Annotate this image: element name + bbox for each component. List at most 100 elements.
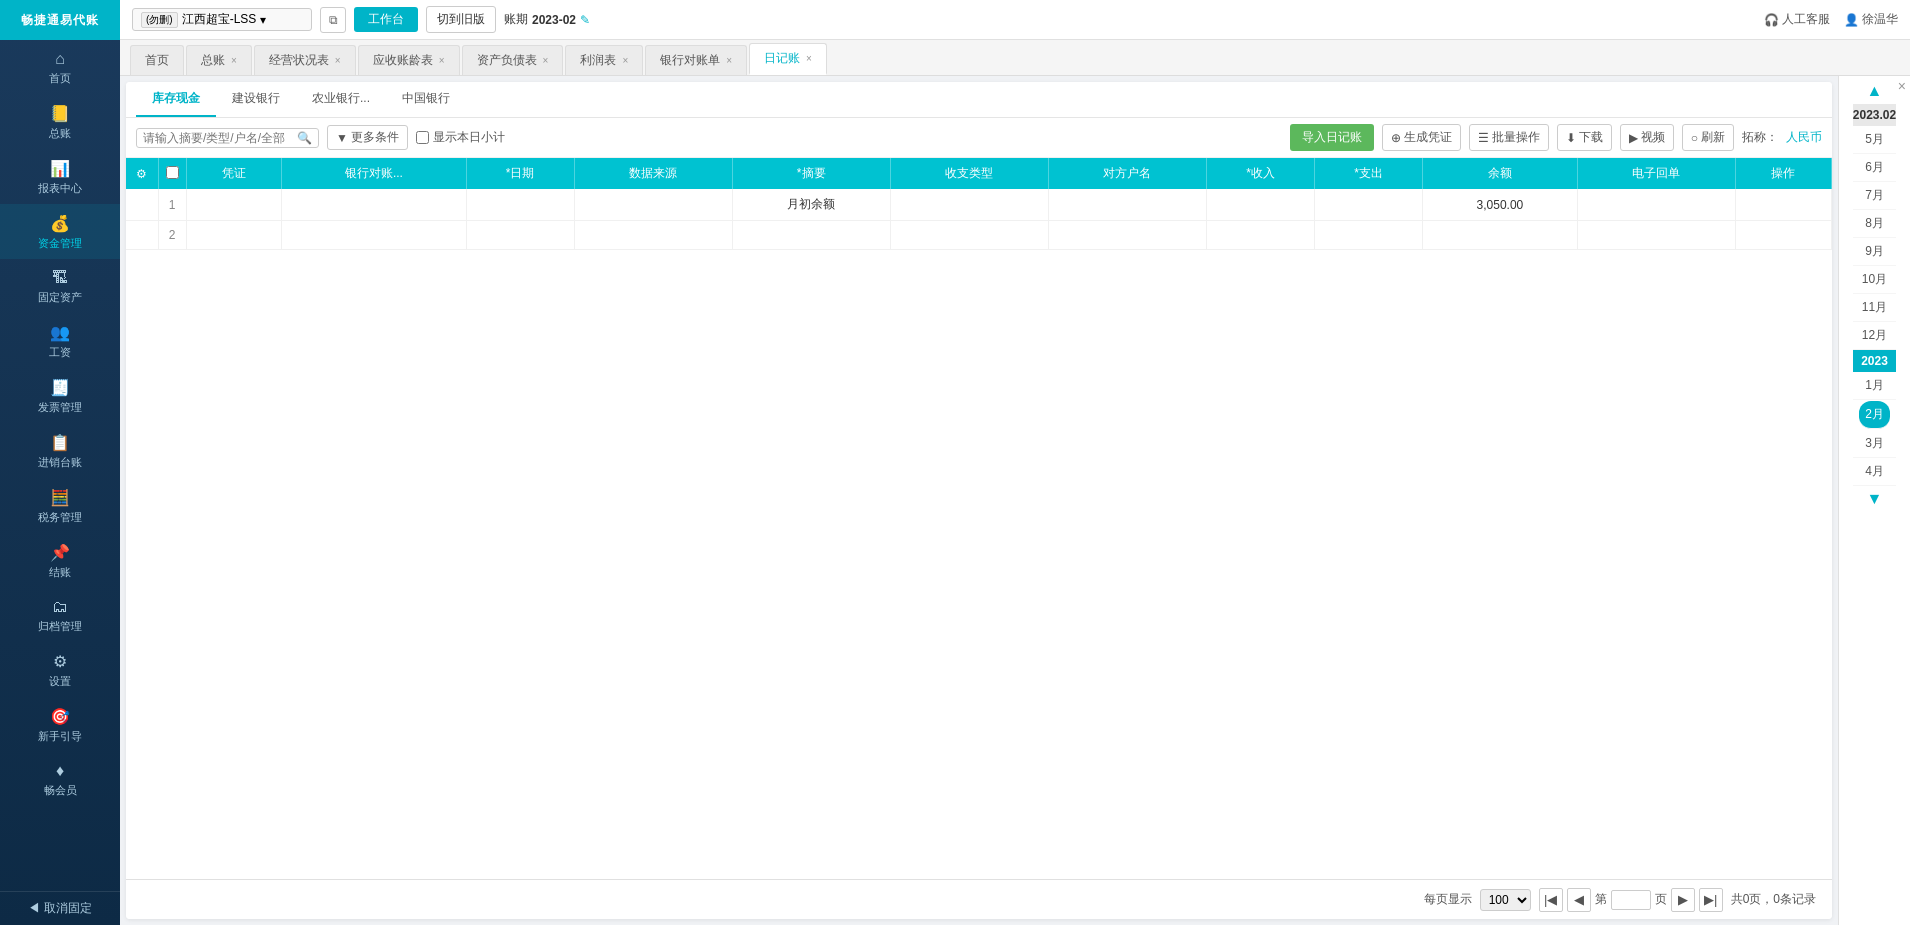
ledger-icon: 📒 [50, 104, 70, 123]
copy-btn[interactable]: ⧉ [320, 7, 346, 33]
search-icon[interactable]: 🔍 [297, 131, 312, 145]
journal-panel: 库存现金建设银行农业银行...中国银行 🔍 ▼ 更多条件 显示本日小计 导入日记 [126, 82, 1832, 919]
sidebar-item-capital[interactable]: 💰 资金管理 [0, 204, 120, 259]
settings-col-icon[interactable]: ⚙ [136, 167, 147, 181]
search-box[interactable]: 🔍 [136, 128, 319, 148]
month-item-prev-12月[interactable]: 12月 [1853, 322, 1896, 350]
date-panel-close-btn[interactable]: × [1898, 78, 1906, 94]
bank-tab-boc[interactable]: 中国银行 [386, 82, 466, 117]
year-header-2023[interactable]: 2023 [1853, 350, 1896, 372]
bank-tab-label-boc: 中国银行 [402, 91, 450, 105]
tab-label-receivable: 应收账龄表 [373, 52, 433, 69]
sidebar-item-vip[interactable]: ♦ 畅会员 [0, 752, 120, 806]
date-panel-up-btn[interactable]: ▲ [1863, 78, 1887, 104]
currency-value[interactable]: 人民币 [1786, 129, 1822, 146]
sidebar-nav: ⌂ 首页📒 总账📊 报表中心💰 资金管理🏗 固定资产👥 工资🧾 发票管理📋 进销… [0, 40, 120, 806]
human-service-btn[interactable]: 🎧 人工客服 [1764, 11, 1830, 28]
sidebar-item-settings[interactable]: ⚙ 设置 [0, 642, 120, 697]
batch-ops-btn[interactable]: ☰ 批量操作 [1469, 124, 1549, 151]
tab-label-ledger: 总账 [201, 52, 225, 69]
tab-close-status[interactable]: × [335, 55, 341, 66]
bank-tab-ccb[interactable]: 建设银行 [216, 82, 296, 117]
year-header-prev[interactable]: 2023.02 [1853, 104, 1896, 126]
old-version-btn[interactable]: 切到旧版 [426, 6, 496, 33]
video-btn[interactable]: ▶ 视频 [1620, 124, 1674, 151]
sidebar-item-home[interactable]: ⌂ 首页 [0, 40, 120, 94]
tab-close-bank[interactable]: × [726, 55, 732, 66]
row-num-0: 1 [169, 198, 176, 212]
sidebar-item-tax[interactable]: 🧮 税务管理 [0, 478, 120, 533]
month-item-prev-11月[interactable]: 11月 [1853, 294, 1896, 322]
sidebar-item-invoice[interactable]: 🧾 发票管理 [0, 368, 120, 423]
batch-icon: ☰ [1478, 131, 1489, 145]
select-all-checkbox[interactable] [166, 166, 179, 179]
tab-receivable[interactable]: 应收账龄表 × [358, 45, 460, 75]
month-item-prev-5月[interactable]: 5月 [1853, 126, 1896, 154]
per-page-select[interactable]: 100 50 200 [1480, 889, 1531, 911]
sidebar-item-settle[interactable]: 📌 结账 [0, 533, 120, 588]
sidebar-label-ledger: 总账 [49, 126, 71, 141]
filter-more-btn[interactable]: ▼ 更多条件 [327, 125, 408, 150]
workbench-btn[interactable]: 工作台 [354, 7, 418, 32]
sidebar-item-payroll[interactable]: 👥 工资 [0, 313, 120, 368]
month-item-prev-6月[interactable]: 6月 [1853, 154, 1896, 182]
row-expense-1 [1315, 221, 1423, 250]
last-page-btn[interactable]: ▶| [1699, 888, 1723, 912]
first-page-btn[interactable]: |◀ [1539, 888, 1563, 912]
month-item-prev-7月[interactable]: 7月 [1853, 182, 1896, 210]
tab-close-ledger[interactable]: × [231, 55, 237, 66]
invoice-icon: 🧾 [50, 378, 70, 397]
import-journal-btn[interactable]: 导入日记账 [1290, 124, 1374, 151]
tab-profit[interactable]: 利润表× [565, 45, 643, 75]
search-input[interactable] [143, 131, 293, 145]
tab-ledger[interactable]: 总账 × [186, 45, 252, 75]
daily-subtotal-check[interactable]: 显示本日小计 [416, 129, 505, 146]
user-profile-btn[interactable]: 👤 徐温华 [1844, 11, 1898, 28]
period-edit-icon[interactable]: ✎ [580, 13, 590, 27]
generate-voucher-btn[interactable]: ⊕ 生成凭证 [1382, 124, 1461, 151]
bank-tab-cash[interactable]: 库存现金 [136, 82, 216, 117]
filter-icon: ▼ [336, 131, 348, 145]
month-item-2023-4月[interactable]: 4月 [1853, 458, 1896, 486]
row-ebill-1 [1577, 221, 1735, 250]
bank-tab-abc[interactable]: 农业银行... [296, 82, 386, 117]
company-selector[interactable]: (勿删) 江西超宝-LSS ▾ [132, 8, 312, 31]
pagination: |◀ ◀ 第 1 页 ▶ ▶| [1539, 888, 1723, 912]
sidebar-item-fixed[interactable]: 🏗 固定资产 [0, 259, 120, 313]
col-header-income: *收入 [1207, 158, 1315, 189]
col-header-action: 操作 [1735, 158, 1831, 189]
month-item-2023-3月[interactable]: 3月 [1853, 430, 1896, 458]
download-btn[interactable]: ⬇ 下载 [1557, 124, 1612, 151]
sidebar-item-archive[interactable]: 🗂 归档管理 [0, 588, 120, 642]
daily-subtotal-checkbox[interactable] [416, 131, 429, 144]
sidebar-item-report[interactable]: 📊 报表中心 [0, 149, 120, 204]
sidebar-unpin-btn[interactable]: ◀ 取消固定 [0, 891, 120, 925]
page-number-input[interactable]: 1 [1611, 890, 1651, 910]
month-item-prev-9月[interactable]: 9月 [1853, 238, 1896, 266]
tab-close-profit[interactable]: × [622, 55, 628, 66]
tab-close-assets[interactable]: × [543, 55, 549, 66]
next-page-btn[interactable]: ▶ [1671, 888, 1695, 912]
month-item-2023-1月[interactable]: 1月 [1853, 372, 1896, 400]
table-footer: 每页显示 100 50 200 |◀ ◀ 第 1 页 ▶ ▶| 共0页，0条记录 [126, 879, 1832, 919]
month-item-2023-2月[interactable]: 2月 [1859, 401, 1890, 429]
company-dropdown-icon: ▾ [260, 13, 266, 27]
sidebar-item-guide[interactable]: 🎯 新手引导 [0, 697, 120, 752]
month-item-prev-10月[interactable]: 10月 [1853, 266, 1896, 294]
tab-journal[interactable]: 日记账× [749, 43, 827, 75]
tab-close-journal[interactable]: × [806, 53, 812, 64]
tab-assets[interactable]: 资产负债表× [462, 45, 564, 75]
date-panel-down-btn[interactable]: ▼ [1863, 486, 1887, 512]
tab-status[interactable]: 经营状况表× [254, 45, 356, 75]
month-item-prev-8月[interactable]: 8月 [1853, 210, 1896, 238]
tab-bank[interactable]: 银行对账单× [645, 45, 747, 75]
sidebar-item-ledger[interactable]: 📒 总账 [0, 94, 120, 149]
archive-icon: 🗂 [52, 598, 68, 616]
tab-close-receivable[interactable]: × [439, 55, 445, 66]
sidebar-item-purchase[interactable]: 📋 进销台账 [0, 423, 120, 478]
refresh-btn[interactable]: ○ 刷新 [1682, 124, 1734, 151]
tab-home[interactable]: 首页 [130, 45, 184, 75]
sidebar-label-capital: 资金管理 [38, 236, 82, 251]
prev-page-btn[interactable]: ◀ [1567, 888, 1591, 912]
sidebar-label-settle: 结账 [49, 565, 71, 580]
